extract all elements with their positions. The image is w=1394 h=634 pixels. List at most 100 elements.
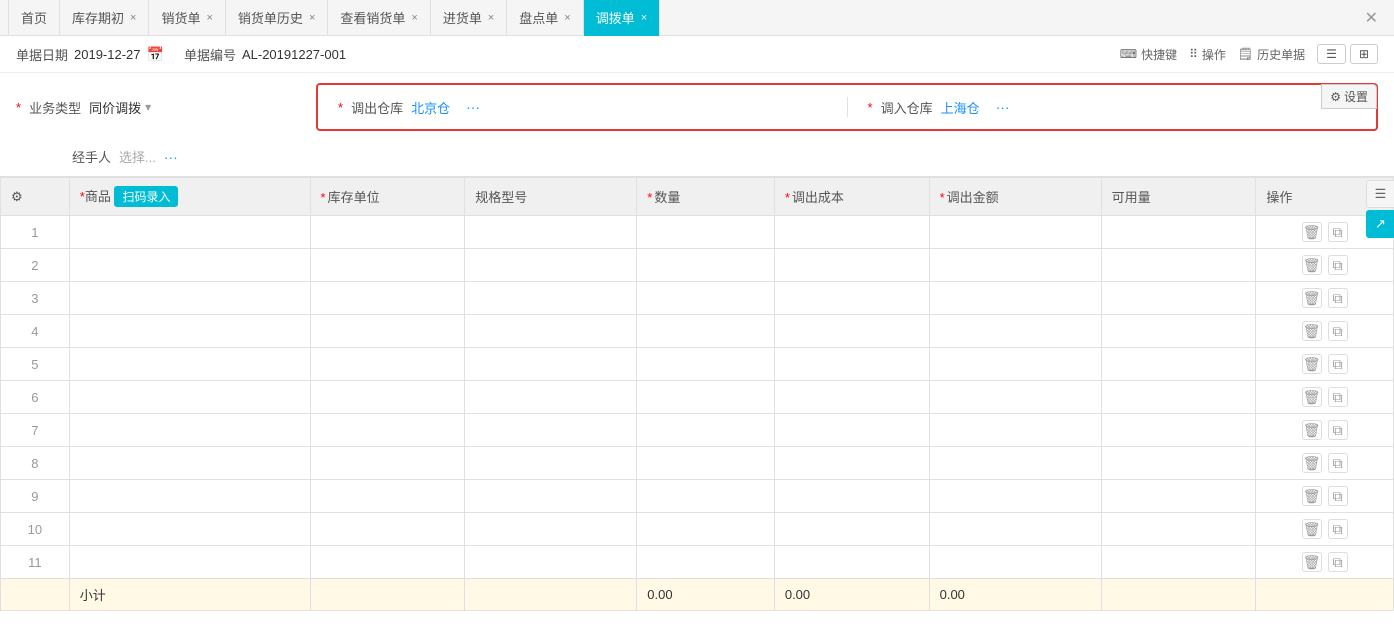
delete-row-btn-8[interactable]: 🗑 <box>1302 453 1322 473</box>
cell-unit-5[interactable] <box>310 348 465 381</box>
sidebar-list-btn[interactable]: ☰ <box>1366 180 1394 208</box>
cell-unit-4[interactable] <box>310 315 465 348</box>
handler-more-btn[interactable]: ··· <box>164 149 178 165</box>
cell-qty-8[interactable] <box>637 447 775 480</box>
cell-cost-1[interactable] <box>774 216 929 249</box>
cell-unit-11[interactable] <box>310 546 465 579</box>
cell-amount-2[interactable] <box>929 249 1101 282</box>
cell-cost-3[interactable] <box>774 282 929 315</box>
delete-row-btn-5[interactable]: 🗑 <box>1302 354 1322 374</box>
cell-cost-7[interactable] <box>774 414 929 447</box>
nav-tab-close-inventory-init[interactable]: × <box>130 12 136 24</box>
cell-qty-6[interactable] <box>637 381 775 414</box>
cell-spec-9[interactable] <box>465 480 637 513</box>
calendar-icon[interactable]: 📅 <box>147 46 164 63</box>
cell-amount-11[interactable] <box>929 546 1101 579</box>
cell-cost-11[interactable] <box>774 546 929 579</box>
delete-row-btn-4[interactable]: 🗑 <box>1302 321 1322 341</box>
scan-input-btn[interactable]: 扫码录入 <box>114 186 178 207</box>
cell-product-7[interactable] <box>69 414 310 447</box>
cell-unit-7[interactable] <box>310 414 465 447</box>
nav-tab-close-sales-order[interactable]: × <box>206 12 212 24</box>
cell-unit-10[interactable] <box>310 513 465 546</box>
cell-qty-9[interactable] <box>637 480 775 513</box>
nav-tab-close-purchase-order[interactable]: × <box>488 12 494 24</box>
cell-spec-7[interactable] <box>465 414 637 447</box>
cell-available-7[interactable] <box>1101 414 1256 447</box>
nav-tab-transfer-order[interactable]: 调拨单× <box>584 0 660 36</box>
cell-product-1[interactable] <box>69 216 310 249</box>
cell-spec-10[interactable] <box>465 513 637 546</box>
cell-unit-3[interactable] <box>310 282 465 315</box>
nav-tab-close-inventory-check[interactable]: × <box>564 12 570 24</box>
cell-cost-6[interactable] <box>774 381 929 414</box>
cell-qty-3[interactable] <box>637 282 775 315</box>
cell-available-8[interactable] <box>1101 447 1256 480</box>
cell-amount-9[interactable] <box>929 480 1101 513</box>
cell-product-5[interactable] <box>69 348 310 381</box>
nav-tab-close-view-sales[interactable]: × <box>411 12 417 24</box>
cell-unit-9[interactable] <box>310 480 465 513</box>
cell-product-4[interactable] <box>69 315 310 348</box>
copy-row-btn-4[interactable]: ⧉ <box>1328 321 1348 341</box>
copy-row-btn-5[interactable]: ⧉ <box>1328 354 1348 374</box>
cell-qty-10[interactable] <box>637 513 775 546</box>
cell-qty-1[interactable] <box>637 216 775 249</box>
cell-cost-9[interactable] <box>774 480 929 513</box>
nav-tab-purchase-order[interactable]: 进货单× <box>431 0 507 36</box>
handler-select[interactable]: 选择... <box>119 147 156 166</box>
list-layout-btn[interactable]: ☰ <box>1317 44 1346 64</box>
nav-tab-sales-order[interactable]: 销货单× <box>149 0 225 36</box>
cell-available-1[interactable] <box>1101 216 1256 249</box>
operations-link[interactable]: ⠿ 操作 <box>1189 46 1226 63</box>
cell-available-11[interactable] <box>1101 546 1256 579</box>
cell-qty-2[interactable] <box>637 249 775 282</box>
delete-row-btn-9[interactable]: 🗑 <box>1302 486 1322 506</box>
cell-spec-5[interactable] <box>465 348 637 381</box>
nav-tab-home[interactable]: 首页 <box>8 0 60 36</box>
copy-row-btn-9[interactable]: ⧉ <box>1328 486 1348 506</box>
cell-unit-8[interactable] <box>310 447 465 480</box>
cell-product-8[interactable] <box>69 447 310 480</box>
sidebar-external-link-btn[interactable]: ↗ <box>1366 210 1394 238</box>
cell-amount-4[interactable] <box>929 315 1101 348</box>
cell-available-2[interactable] <box>1101 249 1256 282</box>
cell-qty-5[interactable] <box>637 348 775 381</box>
cell-product-9[interactable] <box>69 480 310 513</box>
copy-row-btn-6[interactable]: ⧉ <box>1328 387 1348 407</box>
cell-spec-3[interactable] <box>465 282 637 315</box>
cell-available-9[interactable] <box>1101 480 1256 513</box>
cell-product-10[interactable] <box>69 513 310 546</box>
cell-available-4[interactable] <box>1101 315 1256 348</box>
delete-row-btn-10[interactable]: 🗑 <box>1302 519 1322 539</box>
cell-product-3[interactable] <box>69 282 310 315</box>
cell-amount-10[interactable] <box>929 513 1101 546</box>
delete-row-btn-1[interactable]: 🗑 <box>1302 222 1322 242</box>
delete-row-btn-7[interactable]: 🗑 <box>1302 420 1322 440</box>
delete-row-btn-11[interactable]: 🗑 <box>1302 552 1322 572</box>
cell-amount-6[interactable] <box>929 381 1101 414</box>
cell-amount-1[interactable] <box>929 216 1101 249</box>
cell-available-10[interactable] <box>1101 513 1256 546</box>
cell-cost-4[interactable] <box>774 315 929 348</box>
th-gear[interactable]: ⚙ <box>1 178 70 216</box>
cell-spec-6[interactable] <box>465 381 637 414</box>
copy-row-btn-11[interactable]: ⧉ <box>1328 552 1348 572</box>
cell-available-3[interactable] <box>1101 282 1256 315</box>
cell-available-5[interactable] <box>1101 348 1256 381</box>
cell-product-6[interactable] <box>69 381 310 414</box>
out-warehouse-more-btn[interactable]: ··· <box>466 99 480 115</box>
nav-tab-view-sales[interactable]: 查看销货单× <box>328 0 430 36</box>
nav-tab-close-transfer-order[interactable]: × <box>641 12 647 24</box>
cell-amount-7[interactable] <box>929 414 1101 447</box>
nav-tab-inventory-init[interactable]: 库存期初× <box>60 0 149 36</box>
cell-amount-8[interactable] <box>929 447 1101 480</box>
nav-tab-inventory-check[interactable]: 盘点单× <box>507 0 583 36</box>
delete-row-btn-6[interactable]: 🗑 <box>1302 387 1322 407</box>
cell-qty-7[interactable] <box>637 414 775 447</box>
grid-layout-btn[interactable]: ⊞ <box>1350 44 1378 64</box>
cell-cost-10[interactable] <box>774 513 929 546</box>
cell-cost-2[interactable] <box>774 249 929 282</box>
copy-row-btn-8[interactable]: ⧉ <box>1328 453 1348 473</box>
cell-qty-4[interactable] <box>637 315 775 348</box>
